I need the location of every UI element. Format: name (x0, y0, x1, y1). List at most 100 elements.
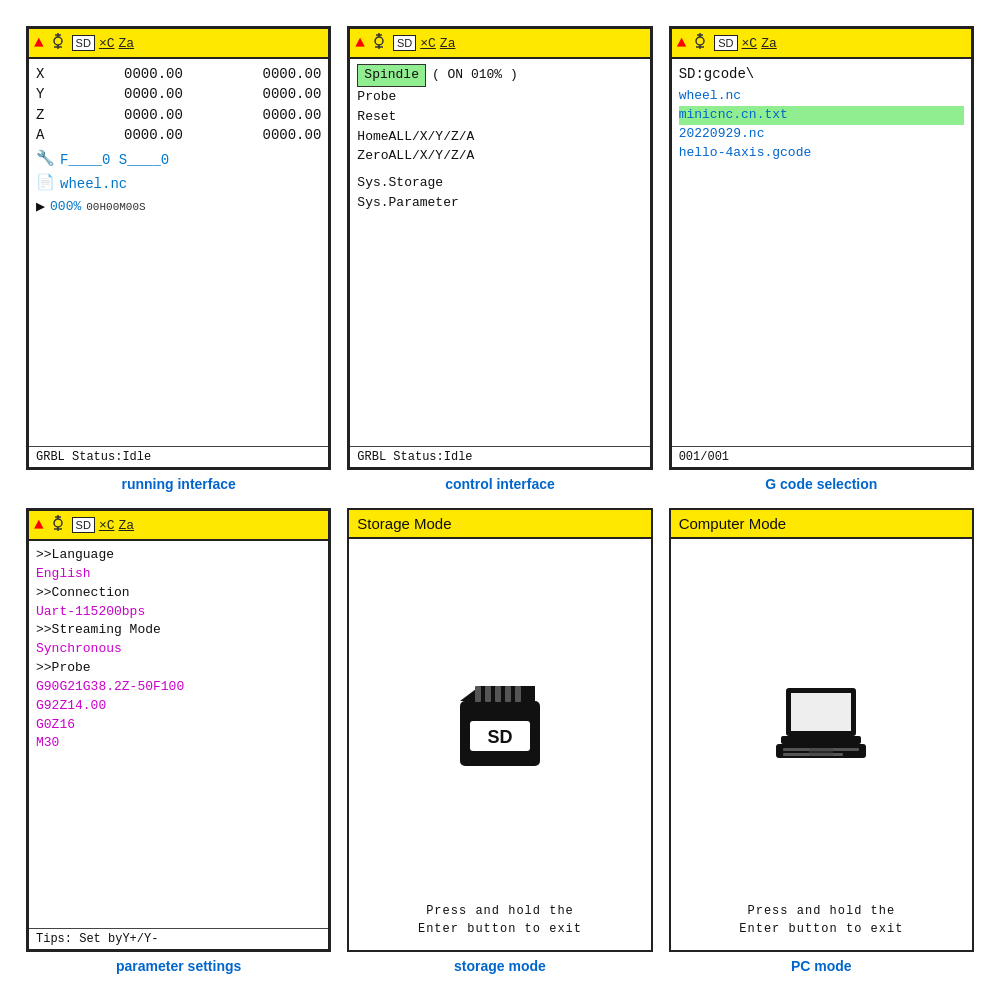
za-icon: Za (119, 36, 135, 51)
param-probe-line3: G0Z16 (36, 716, 321, 735)
running-status: GRBL Status:Idle (36, 450, 151, 464)
fs-line: F____0 S____0 (60, 150, 169, 170)
storage-caption: storage mode (454, 958, 546, 974)
gcode-cell: ▲ SD ×C Za SD:gcode\ wheel.nc minicnc.cn… (669, 26, 974, 492)
sd-icon2: SD (393, 35, 416, 51)
gcode-file-1[interactable]: wheel.nc (679, 87, 964, 106)
control-status: GRBL Status:Idle (357, 450, 472, 464)
val-y1: 0000.00 (124, 84, 183, 104)
val-x1: 0000.00 (124, 64, 183, 84)
gcode-file-2[interactable]: minicnc.cn.txt (679, 106, 964, 125)
val-a2: 0000.00 (263, 125, 322, 145)
za-icon2: Za (440, 36, 456, 51)
sd-icon3: SD (714, 35, 737, 51)
spindle-button[interactable]: Spindle (357, 64, 426, 87)
svg-rect-28 (515, 686, 521, 702)
param-body: >>Language English >>Connection Uart-115… (29, 541, 328, 928)
running-cell: ▲ SD ×C Za X 0000.00 0000.00 Y (26, 26, 331, 492)
svg-point-0 (54, 37, 62, 45)
svg-rect-35 (809, 748, 833, 756)
wrench-icon: 🔧 (36, 149, 55, 171)
gcode-body: SD:gcode\ wheel.nc minicnc.cn.txt 202209… (672, 59, 971, 446)
param-header: ▲ SD ×C Za (29, 511, 328, 541)
param-footer: Tips: Set byY+/Y- (29, 928, 328, 949)
param-probe-line2: G92Z14.00 (36, 697, 321, 716)
val-y2: 0000.00 (263, 84, 322, 104)
warning-icon2: ▲ (355, 34, 365, 52)
axis-a: A (36, 125, 44, 145)
axis-x: X (36, 64, 44, 84)
gcode-page: 001/001 (679, 450, 729, 464)
param-stream-value: Synchronous (36, 640, 321, 659)
svg-rect-26 (495, 686, 501, 702)
ctrl-zeroall: ZeroALL/X/Y/Z/A (357, 147, 642, 166)
val-z2: 0000.00 (263, 105, 322, 125)
pc-screen: Computer Mode (669, 508, 974, 952)
xc-icon3: ×C (742, 36, 758, 51)
coords-table: X 0000.00 0000.00 Y 0000.00 0000.00 Z 00… (36, 64, 321, 145)
svg-point-10 (696, 37, 704, 45)
gcode-header: ▲ SD ×C Za (672, 29, 971, 59)
control-screen: ▲ SD ×C Za Spindle ( ON 010% ) Probe Res… (347, 26, 652, 470)
storage-title: Storage Mode (349, 510, 650, 539)
gcode-file-4[interactable]: hello-4axis.gcode (679, 144, 964, 163)
xc-icon4: ×C (99, 518, 115, 533)
svg-rect-31 (781, 736, 861, 744)
pc-body: Press and hold theEnter button to exit (671, 539, 972, 950)
val-x2: 0000.00 (263, 64, 322, 84)
svg-point-15 (54, 519, 62, 527)
usb-icon3 (690, 33, 710, 53)
gcode-screen: ▲ SD ×C Za SD:gcode\ wheel.nc minicnc.cn… (669, 26, 974, 470)
axis-y: Y (36, 84, 44, 104)
control-header: ▲ SD ×C Za (350, 29, 649, 59)
ctrl-homeall: HomeALL/X/Y/Z/A (357, 128, 642, 147)
gcode-file-3[interactable]: 20220929.nc (679, 125, 964, 144)
sd-card-icon: SD (455, 681, 545, 771)
xc-icon2: ×C (420, 36, 436, 51)
play-icon: ▶ (36, 197, 45, 219)
control-body: Spindle ( ON 010% ) Probe Reset HomeALL/… (350, 59, 649, 446)
param-stream-label: >>Streaming Mode (36, 621, 321, 640)
storage-screen: Storage Mode SD (347, 508, 652, 952)
sd-icon: SD (72, 35, 95, 51)
pc-instructions: Press and hold theEnter button to exit (739, 902, 903, 938)
usb-icon2 (369, 33, 389, 53)
running-body: X 0000.00 0000.00 Y 0000.00 0000.00 Z 00… (29, 59, 328, 446)
sd-icon4: SD (72, 517, 95, 533)
ctrl-sysparam: Sys.Parameter (357, 194, 642, 213)
coord-row-z: Z 0000.00 0000.00 (36, 105, 321, 125)
running-header: ▲ SD ×C Za (29, 29, 328, 59)
param-probe-line4: M30 (36, 734, 321, 753)
pc-cell: Computer Mode (669, 508, 974, 974)
warning-icon3: ▲ (677, 34, 687, 52)
ctrl-probe: Probe (357, 88, 642, 107)
svg-text:SD: SD (487, 727, 512, 747)
control-caption: control interface (445, 476, 555, 492)
main-grid: ▲ SD ×C Za X 0000.00 0000.00 Y (10, 10, 990, 990)
param-lang-label: >>Language (36, 546, 321, 565)
progress: 000% (50, 198, 81, 217)
control-footer: GRBL Status:Idle (350, 446, 649, 467)
progress-detail: 00H00M00S (86, 200, 145, 216)
ctrl-reset: Reset (357, 108, 642, 127)
param-cell: ▲ SD ×C Za >>Language English >>Connecti… (26, 508, 331, 974)
param-lang-value: English (36, 565, 321, 584)
param-tips: Tips: Set byY+/Y- (36, 932, 158, 946)
storage-instructions: Press and hold theEnter button to exit (418, 902, 582, 938)
pc-title: Computer Mode (671, 510, 972, 539)
coord-row-y: Y 0000.00 0000.00 (36, 84, 321, 104)
gcode-path: SD:gcode\ (679, 64, 964, 84)
axis-z: Z (36, 105, 44, 125)
param-probe-label: >>Probe (36, 659, 321, 678)
storage-cell: Storage Mode SD (347, 508, 652, 974)
svg-rect-27 (505, 686, 511, 702)
spindle-row: Spindle ( ON 010% ) (357, 64, 642, 87)
param-probe-line1: G90G21G38.2Z-50F100 (36, 678, 321, 697)
warning-icon4: ▲ (34, 516, 44, 534)
svg-point-5 (375, 37, 383, 45)
pc-icon-area (771, 549, 871, 902)
za-icon3: Za (761, 36, 777, 51)
running-screen: ▲ SD ×C Za X 0000.00 0000.00 Y (26, 26, 331, 470)
param-conn-label: >>Connection (36, 584, 321, 603)
svg-rect-25 (485, 686, 491, 702)
